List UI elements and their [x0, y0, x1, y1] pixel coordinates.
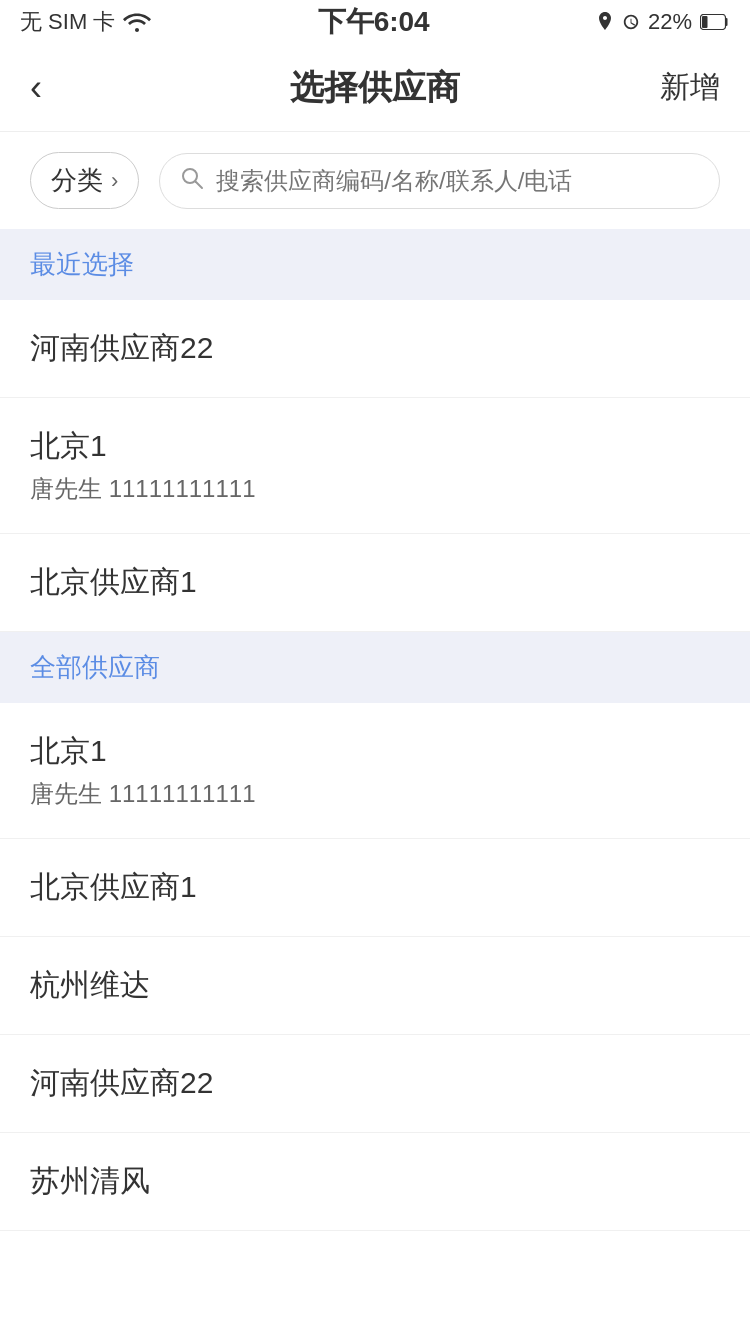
supplier-name: 北京1	[30, 426, 720, 467]
supplier-name: 河南供应商22	[30, 328, 720, 369]
section-header-recent: 最近选择	[0, 229, 750, 300]
list-item[interactable]: 北京供应商1	[0, 534, 750, 632]
list-item[interactable]: 苏州清风	[0, 1133, 750, 1231]
supplier-name: 杭州维达	[30, 965, 720, 1006]
supplier-name: 北京供应商1	[30, 867, 720, 908]
list-item[interactable]: 北京供应商1	[0, 839, 750, 937]
alarm-icon	[622, 12, 640, 32]
battery-text: 22%	[648, 9, 692, 35]
category-label: 分类	[51, 163, 103, 198]
add-button[interactable]: 新增	[660, 67, 720, 108]
svg-rect-1	[702, 16, 708, 28]
supplier-contact: 唐先生 11111111111	[30, 778, 720, 810]
filter-bar: 分类 ›	[0, 132, 750, 229]
page-title: 选择供应商	[290, 65, 460, 111]
supplier-name: 河南供应商22	[30, 1063, 720, 1104]
wifi-icon	[123, 12, 151, 32]
nav-bar: ‹ 选择供应商 新增	[0, 44, 750, 132]
search-input[interactable]	[216, 167, 699, 195]
svg-line-3	[196, 181, 203, 188]
status-bar: 无 SIM 卡 下午6:04 22%	[0, 0, 750, 44]
list-item[interactable]: 北京1 唐先生 11111111111	[0, 398, 750, 534]
status-left: 无 SIM 卡	[20, 7, 151, 37]
list-item[interactable]: 河南供应商22	[0, 300, 750, 398]
list-item[interactable]: 河南供应商22	[0, 1035, 750, 1133]
list-item[interactable]: 北京1 唐先生 11111111111	[0, 703, 750, 839]
supplier-name: 北京供应商1	[30, 562, 720, 603]
list-item[interactable]: 杭州维达	[0, 937, 750, 1035]
section-header-all: 全部供应商	[0, 632, 750, 703]
no-sim-text: 无 SIM 卡	[20, 7, 115, 37]
back-button[interactable]: ‹	[30, 67, 90, 109]
location-icon	[596, 12, 614, 32]
search-icon	[180, 166, 204, 196]
supplier-name: 苏州清风	[30, 1161, 720, 1202]
supplier-contact: 唐先生 11111111111	[30, 473, 720, 505]
search-box	[159, 153, 720, 209]
supplier-list: 最近选择河南供应商22 北京1 唐先生 11111111111 北京供应商1 全部供应商…	[0, 229, 750, 1231]
status-right: 22%	[596, 9, 730, 35]
chevron-right-icon: ›	[111, 168, 118, 194]
status-time: 下午6:04	[318, 3, 430, 41]
battery-icon	[700, 14, 730, 30]
category-filter-button[interactable]: 分类 ›	[30, 152, 139, 209]
supplier-name: 北京1	[30, 731, 720, 772]
